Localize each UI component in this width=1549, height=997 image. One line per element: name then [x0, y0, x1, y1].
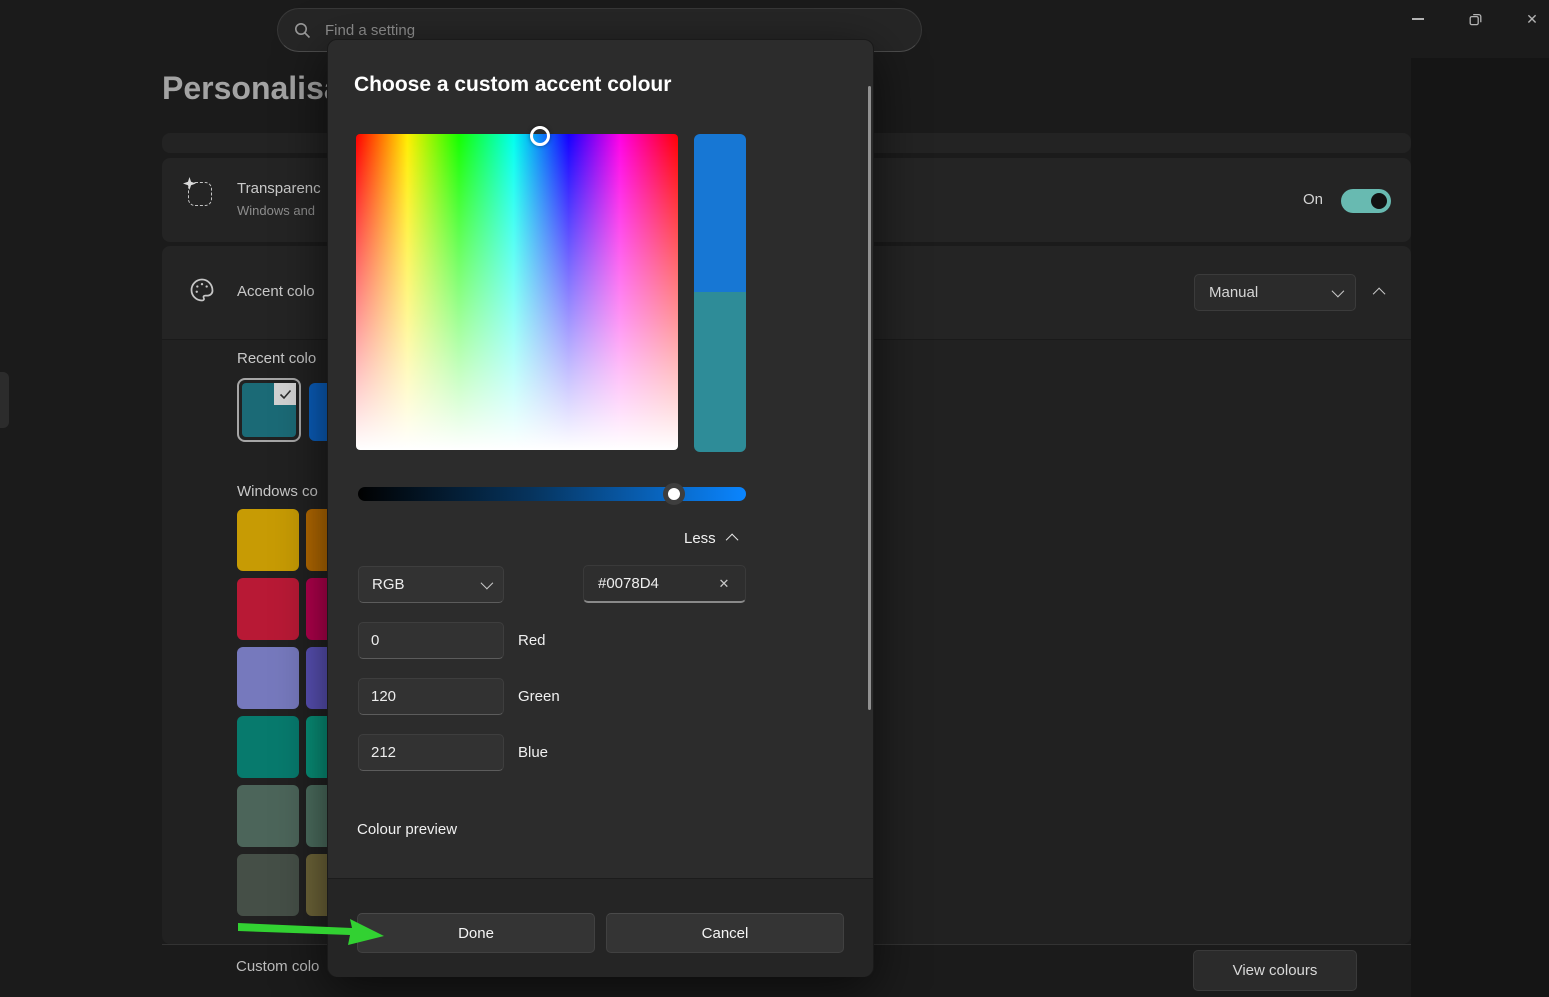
accent-mode-value: Manual — [1209, 284, 1259, 301]
toggle-state-label: On — [1303, 191, 1324, 208]
chevron-down-icon — [480, 576, 494, 590]
custom-accent-colour-dialog: Choose a custom accent colour Less RGB #… — [327, 39, 874, 977]
less-label: Less — [684, 530, 716, 547]
current-colour-swatch — [694, 292, 746, 452]
transparency-toggle[interactable] — [1341, 189, 1391, 213]
windows-colour-swatch[interactable] — [237, 578, 299, 640]
maximize-button[interactable] — [1460, 4, 1490, 34]
new-colour-swatch — [694, 134, 746, 292]
less-expander[interactable]: Less — [684, 530, 739, 547]
colour-model-dropdown[interactable]: RGB — [358, 566, 504, 603]
transparency-icon — [183, 177, 212, 206]
chevron-down-icon — [1331, 284, 1345, 298]
toggle-knob — [1371, 193, 1387, 209]
recent-colour-swatch-selected[interactable] — [237, 378, 301, 442]
value-slider-thumb[interactable] — [663, 483, 685, 505]
hex-value: #0078D4 — [598, 575, 659, 592]
value-slider-track[interactable] — [358, 487, 746, 501]
hex-value-field[interactable]: #0078D4 ✕ — [583, 565, 746, 603]
done-button[interactable]: Done — [357, 913, 595, 953]
blue-label: Blue — [518, 744, 549, 761]
dialog-scrollbar[interactable] — [868, 86, 871, 710]
red-label: Red — [518, 632, 546, 649]
green-label: Green — [518, 688, 560, 705]
accent-mode-dropdown[interactable]: Manual — [1194, 274, 1356, 311]
colour-model-value: RGB — [372, 576, 405, 593]
clear-icon[interactable]: ✕ — [713, 573, 735, 595]
check-icon — [279, 389, 291, 399]
accent-colour-title: Accent colo — [237, 283, 315, 300]
green-input[interactable] — [358, 678, 504, 715]
settings-window: ✕ Personalisa Transparenc Windows and On… — [0, 0, 1549, 997]
blue-input[interactable] — [358, 734, 504, 771]
close-icon: ✕ — [1526, 10, 1538, 27]
nav-indicator — [0, 372, 9, 428]
windows-colour-swatch[interactable] — [237, 716, 299, 778]
colour-preview-label: Colour preview — [357, 821, 458, 838]
windows-colour-swatch[interactable] — [237, 647, 299, 709]
custom-colours-label: Custom colo — [236, 958, 320, 975]
recent-colours-label: Recent colo — [237, 350, 317, 367]
dialog-title: Choose a custom accent colour — [354, 73, 672, 96]
palette-icon — [190, 278, 214, 302]
dialog-footer: Done Cancel — [328, 878, 873, 977]
red-input[interactable] — [358, 622, 504, 659]
page-right-margin — [1411, 58, 1549, 997]
spectrum-selector[interactable] — [530, 126, 550, 146]
search-icon — [295, 22, 311, 38]
windows-colour-swatch[interactable] — [237, 509, 299, 571]
minimize-button[interactable] — [1403, 4, 1433, 34]
minimize-icon — [1412, 18, 1424, 20]
chevron-up-icon — [725, 533, 739, 547]
cancel-button[interactable]: Cancel — [606, 913, 844, 953]
page-title: Personalisa — [162, 70, 342, 106]
selected-badge — [274, 383, 296, 405]
search-input[interactable] — [325, 21, 905, 39]
windows-colour-swatch[interactable] — [237, 854, 299, 916]
chevron-up-icon[interactable] — [1372, 287, 1386, 301]
close-button[interactable]: ✕ — [1517, 4, 1547, 34]
transparency-title: Transparenc — [237, 180, 321, 197]
annotation-arrow-icon — [238, 919, 384, 945]
colour-spectrum-picker[interactable] — [356, 134, 678, 450]
restore-icon — [1469, 13, 1481, 25]
view-colours-button[interactable]: View colours — [1193, 950, 1357, 991]
windows-colours-label: Windows co — [237, 483, 318, 500]
transparency-subtitle: Windows and — [237, 203, 316, 218]
windows-colour-swatch[interactable] — [237, 785, 299, 847]
